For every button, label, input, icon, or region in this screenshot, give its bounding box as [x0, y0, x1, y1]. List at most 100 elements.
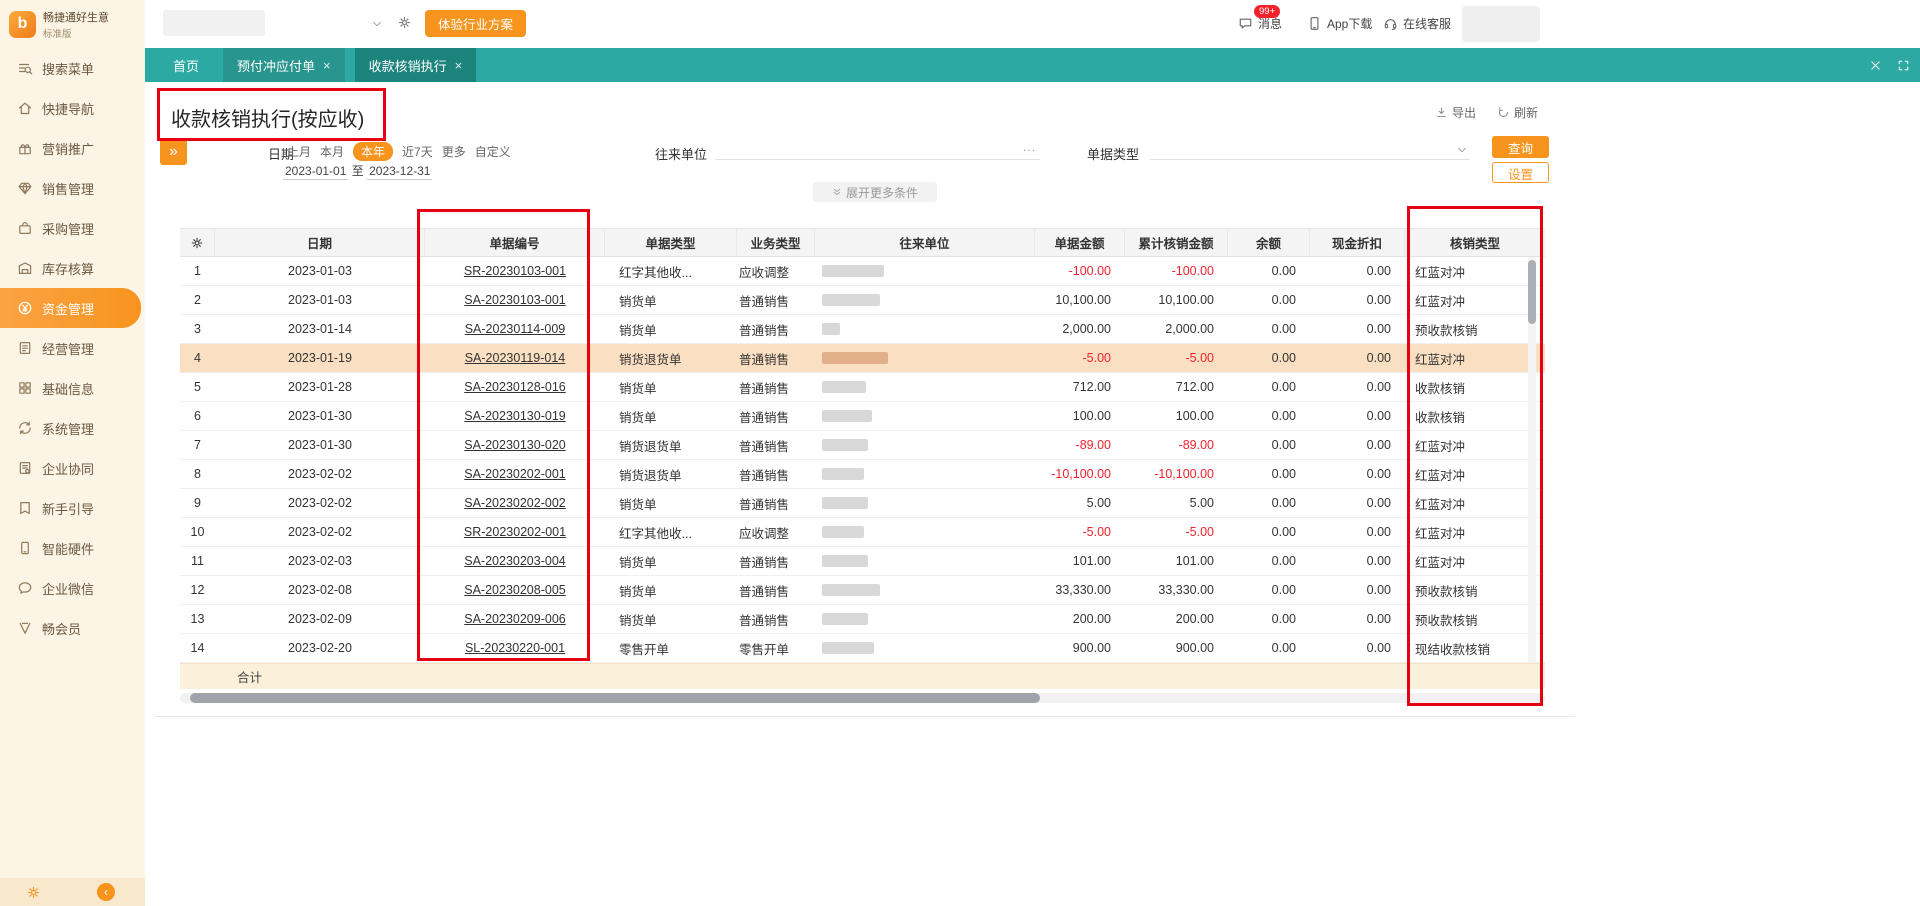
- tab-2[interactable]: 预付冲应付单 ×: [223, 48, 345, 82]
- doc-no-link[interactable]: SR-20230202-001: [464, 525, 566, 539]
- doc-no-link[interactable]: SA-20230130-019: [464, 409, 565, 423]
- table-row[interactable]: 6 2023-01-30 SA-20230130-019 销货单 普通销售 100.00 1…: [180, 402, 1545, 431]
- vertical-scrollbar-thumb[interactable]: [1528, 260, 1536, 324]
- expand-more-conditions-button[interactable]: 展开更多条件: [813, 182, 937, 202]
- partner-picker-button[interactable]: ...: [1023, 140, 1036, 154]
- doc-no-link[interactable]: SA-20230103-001: [464, 293, 565, 307]
- table-row[interactable]: 1 2023-01-03 SR-20230103-001 红字其他收... 应收调整 -1…: [180, 257, 1545, 286]
- doc-no-link[interactable]: SA-20230203-004: [464, 554, 565, 568]
- tab-1[interactable]: 首页: [159, 48, 213, 82]
- column-header[interactable]: 余额: [1228, 229, 1310, 256]
- doc-no-link[interactable]: SA-20230130-020: [464, 438, 565, 452]
- table-row[interactable]: 12 2023-02-08 SA-20230208-005 销货单 普通销售 33,330…: [180, 576, 1545, 605]
- sidebar-item-purchase[interactable]: 采购管理: [0, 208, 145, 248]
- export-button[interactable]: 导出: [1435, 104, 1476, 121]
- cell-partner-redacted: [815, 634, 1035, 662]
- date-from-input[interactable]: 2023-01-01: [283, 164, 349, 180]
- doc-no-link[interactable]: SA-20230128-016: [464, 380, 565, 394]
- sidebar-item-hardware[interactable]: 智能硬件: [0, 528, 145, 568]
- doc-no-link[interactable]: SA-20230202-001: [464, 467, 565, 481]
- messages-button[interactable]: 消息 99+: [1238, 5, 1282, 32]
- date-option-6[interactable]: 自定义: [475, 143, 511, 160]
- doc-no-link[interactable]: SA-20230119-014: [465, 351, 566, 365]
- topbar-gear-icon[interactable]: [397, 15, 412, 30]
- tab-close-icon[interactable]: ×: [455, 58, 463, 73]
- doc-no-link[interactable]: SA-20230209-006: [464, 612, 565, 626]
- sidebar-item-sales[interactable]: 销售管理: [0, 168, 145, 208]
- table-row[interactable]: 4 2023-01-19 SA-20230119-014 销货退货单 普通销售 -5.00…: [180, 344, 1545, 373]
- table-row[interactable]: 14 2023-02-20 SL-20230220-001 零售开单 零售开单 900.0…: [180, 634, 1545, 663]
- chevron-down-icon[interactable]: [371, 18, 383, 30]
- table-row[interactable]: 13 2023-02-09 SA-20230209-006 销货单 普通销售 200.00…: [180, 605, 1545, 634]
- column-header[interactable]: 累计核销金额: [1125, 229, 1228, 256]
- doc-no-link[interactable]: SA-20230208-005: [464, 583, 565, 597]
- company-selector-redacted[interactable]: [163, 10, 265, 36]
- doc-no-link[interactable]: SA-20230202-002: [464, 496, 565, 510]
- sidebar-item-funds[interactable]: 资金管理: [0, 288, 141, 328]
- column-header[interactable]: 单据类型: [605, 229, 737, 256]
- sidebar-settings-gear-icon[interactable]: [26, 885, 41, 900]
- partner-input[interactable]: ...: [715, 138, 1040, 160]
- sidebar-item-guide[interactable]: 新手引导: [0, 488, 145, 528]
- cell-balance: 0.00: [1271, 351, 1296, 365]
- table-row[interactable]: 8 2023-02-02 SA-20230202-001 销货退货单 普通销售 -10,1…: [180, 460, 1545, 489]
- horizontal-scrollbar[interactable]: [180, 693, 1545, 703]
- vertical-scrollbar[interactable]: [1528, 257, 1536, 663]
- query-button[interactable]: 查询: [1492, 136, 1549, 158]
- cell-amount: 100.00: [1072, 409, 1111, 423]
- promo-icon: [17, 140, 33, 156]
- cell-doc-no: SA-20230103-001: [425, 286, 605, 314]
- table-row[interactable]: 3 2023-01-14 SA-20230114-009 销货单 普通销售 2,000.0…: [180, 315, 1545, 344]
- column-header[interactable]: 现金折扣: [1310, 229, 1405, 256]
- sidebar-item-member[interactable]: 畅会员: [0, 608, 145, 648]
- app-download-button[interactable]: App下载: [1307, 15, 1372, 32]
- refresh-button[interactable]: 刷新: [1497, 104, 1538, 121]
- sidebar-item-collab[interactable]: 企业协同: [0, 448, 145, 488]
- collapse-filter-button[interactable]: »: [160, 138, 187, 165]
- doc-no-link[interactable]: SA-20230114-009: [465, 322, 566, 336]
- date-option-1[interactable]: 上月: [287, 143, 311, 160]
- date-option-2[interactable]: 本月: [320, 143, 344, 160]
- fullscreen-icon[interactable]: [1897, 59, 1910, 72]
- date-option-4[interactable]: 近7天: [402, 143, 433, 160]
- column-header[interactable]: 核销类型: [1405, 229, 1545, 256]
- sidebar-item-system[interactable]: 系统管理: [0, 408, 145, 448]
- table-row[interactable]: 7 2023-01-30 SA-20230130-020 销货退货单 普通销售 -89.0…: [180, 431, 1545, 460]
- table-row[interactable]: 2 2023-01-03 SA-20230103-001 销货单 普通销售 10,100.…: [180, 286, 1545, 315]
- column-settings-gear-icon[interactable]: [180, 229, 215, 256]
- collapse-sidebar-button[interactable]: ‹: [97, 883, 115, 901]
- column-header[interactable]: 单据金额: [1035, 229, 1125, 256]
- sidebar-item-inventory[interactable]: 库存核算: [0, 248, 145, 288]
- column-header[interactable]: 往来单位: [815, 229, 1035, 256]
- date-option-3[interactable]: 本年: [353, 142, 394, 161]
- sidebar-item-search-menu[interactable]: 搜索菜单: [0, 48, 145, 88]
- table-row[interactable]: 5 2023-01-28 SA-20230128-016 销货单 普通销售 712.00 7…: [180, 373, 1545, 402]
- date-to-input[interactable]: 2023-12-31: [367, 164, 433, 180]
- sidebar-item-base-info[interactable]: 基础信息: [0, 368, 145, 408]
- logo-title: 畅捷通好生意: [43, 11, 109, 24]
- filter-settings-button[interactable]: 设置: [1492, 162, 1549, 183]
- tab-close-icon[interactable]: ×: [323, 58, 331, 73]
- doc-type-select[interactable]: [1150, 138, 1470, 160]
- tab-3[interactable]: 收款核销执行 ×: [354, 48, 477, 82]
- date-option-5[interactable]: 更多: [442, 143, 466, 160]
- sidebar-item-promo[interactable]: 营销推广: [0, 128, 145, 168]
- table-row[interactable]: 9 2023-02-02 SA-20230202-002 销货单 普通销售 5.00 5.0…: [180, 489, 1545, 518]
- avatar[interactable]: [1462, 6, 1540, 42]
- close-all-tabs-icon[interactable]: [1869, 59, 1882, 72]
- table-row[interactable]: 11 2023-02-03 SA-20230203-004 销货单 普通销售 101.00…: [180, 547, 1545, 576]
- try-industry-solution-button[interactable]: 体验行业方案: [425, 10, 527, 37]
- sidebar-item-operation[interactable]: 经营管理: [0, 328, 145, 368]
- row-number: 14: [190, 641, 205, 655]
- system-icon: [17, 420, 33, 436]
- column-header[interactable]: 日期: [215, 229, 425, 256]
- table-row[interactable]: 10 2023-02-02 SR-20230202-001 红字其他收... 应收调整 -…: [180, 518, 1545, 547]
- sidebar-item-wechat[interactable]: 企业微信: [0, 568, 145, 608]
- horizontal-scrollbar-thumb[interactable]: [190, 693, 1040, 703]
- column-header[interactable]: 业务类型: [737, 229, 815, 256]
- doc-no-link[interactable]: SR-20230103-001: [464, 264, 566, 278]
- doc-no-link[interactable]: SL-20230220-001: [465, 641, 565, 655]
- column-header[interactable]: 单据编号: [425, 229, 605, 256]
- sidebar-item-home[interactable]: 快捷导航: [0, 88, 145, 128]
- online-support-button[interactable]: 在线客服: [1383, 15, 1451, 32]
